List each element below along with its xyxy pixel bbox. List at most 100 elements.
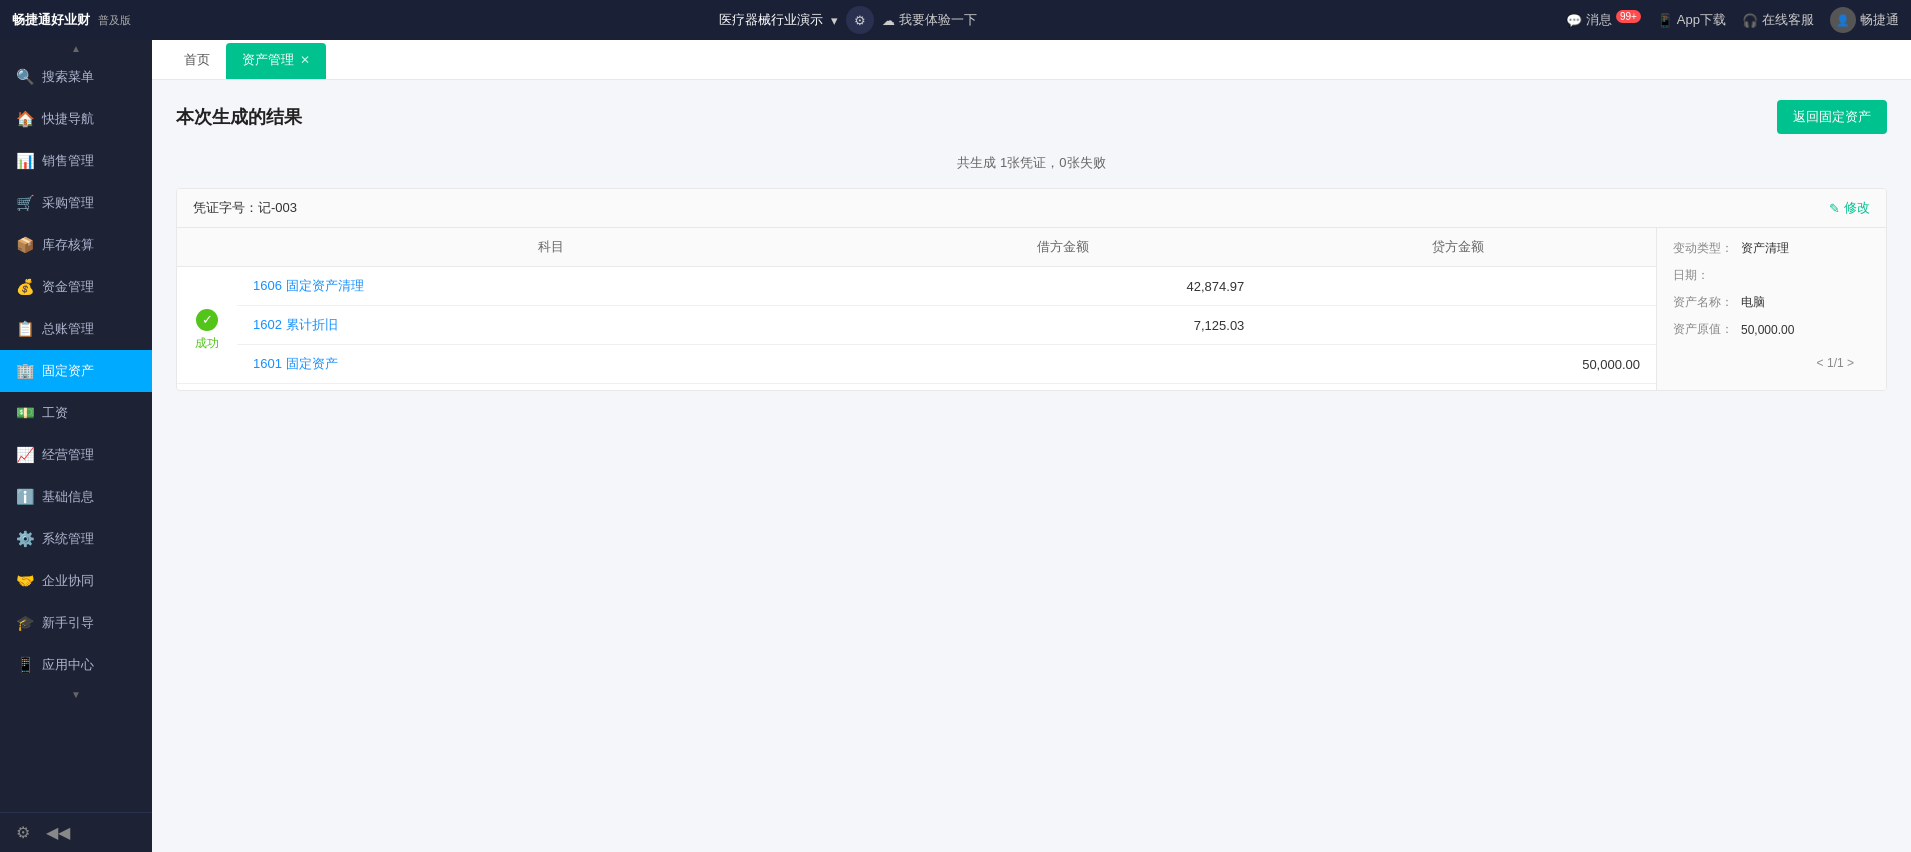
sidebar: ▲ 🔍 搜索菜单 🏠 快捷导航 📊 销售管理 🛒 采购管理 📦 库存核算 💰 资… [0, 40, 152, 852]
version-badge: 普及版 [98, 13, 131, 28]
user-action[interactable]: 👤 畅捷通 [1830, 7, 1899, 33]
status-label: 成功 [195, 335, 219, 352]
mobile-icon: 📱 [1657, 13, 1673, 28]
page-title: 本次生成的结果 [176, 105, 302, 129]
company-dropdown-arrow[interactable]: ▾ [831, 13, 838, 28]
ledger-icon: 📋 [16, 320, 34, 338]
sidebar-item-ledger[interactable]: 📋 总账管理 [0, 308, 152, 350]
sidebar-item-quick-nav[interactable]: 🏠 快捷导航 [0, 98, 152, 140]
main-layout: ▲ 🔍 搜索菜单 🏠 快捷导航 📊 销售管理 🛒 采购管理 📦 库存核算 💰 资… [0, 40, 1911, 852]
debit-cell-2: 7,125.03 [865, 306, 1261, 345]
payroll-icon: 💵 [16, 404, 34, 422]
avatar: 👤 [1830, 7, 1856, 33]
credit-cell-2 [1260, 306, 1656, 345]
content-area: 首页 资产管理 ✕ 本次生成的结果 返回固定资产 共生成 1张凭证，0张失败 凭… [152, 40, 1911, 852]
voucher-table-area: 科目 借方金额 贷方金额 ✓ 成 [177, 228, 1656, 390]
edit-icon: ✎ [1829, 201, 1840, 216]
sidebar-label-sales: 销售管理 [42, 152, 94, 170]
search-icon: 🔍 [16, 68, 34, 86]
service-icon: 🎧 [1742, 13, 1758, 28]
prev-page-icon[interactable]: < [1817, 356, 1824, 370]
user-name: 畅捷通 [1860, 11, 1899, 29]
sidebar-scroll-up[interactable]: ▲ [0, 40, 152, 56]
table-row: 1602 累计折旧 7,125.03 [177, 306, 1656, 345]
purchase-icon: 🛒 [16, 194, 34, 212]
home-icon: 🏠 [16, 110, 34, 128]
sidebar-item-fixed-assets[interactable]: 🏢 固定资产 [0, 350, 152, 392]
experience-label: 我要体验一下 [899, 11, 977, 29]
subject-cell-3: 1601 固定资产 [237, 345, 865, 384]
system-icon: ⚙️ [16, 530, 34, 548]
sidebar-scroll-down[interactable]: ▼ [0, 686, 152, 702]
app-center-icon: 📱 [16, 656, 34, 674]
sidebar-label-payroll: 工资 [42, 404, 68, 422]
tabs-bar: 首页 资产管理 ✕ [152, 40, 1911, 80]
sidebar-item-basic-info[interactable]: ℹ️ 基础信息 [0, 476, 152, 518]
sidebar-item-funds[interactable]: 💰 资金管理 [0, 266, 152, 308]
voucher-body: 科目 借方金额 贷方金额 ✓ 成 [177, 228, 1886, 390]
sidebar-label-search: 搜索菜单 [42, 68, 94, 86]
voucher-section: 凭证字号：记-003 ✎ 修改 科目 [176, 188, 1887, 391]
footer-settings-icon[interactable]: ⚙ [16, 823, 30, 842]
debit-cell-1: 42,874.97 [865, 267, 1261, 306]
edit-button[interactable]: ✎ 修改 [1829, 199, 1870, 217]
message-action[interactable]: 💬 消息 99+ [1566, 11, 1641, 29]
th-debit: 借方金额 [865, 228, 1261, 267]
side-pagination: < 1/1 > [1673, 348, 1870, 378]
message-badge: 99+ [1616, 10, 1641, 23]
app-download-label: App下载 [1677, 11, 1726, 29]
change-type-value: 资产清理 [1741, 240, 1789, 257]
operations-icon: 📈 [16, 446, 34, 464]
message-label: 消息 [1586, 11, 1612, 29]
success-circle-icon: ✓ [196, 309, 218, 331]
company-settings-icon[interactable]: ⚙ [846, 6, 874, 34]
customer-service-action[interactable]: 🎧 在线客服 [1742, 11, 1814, 29]
change-type-row: 变动类型： 资产清理 [1673, 240, 1870, 257]
sidebar-label-funds: 资金管理 [42, 278, 94, 296]
cloud-icon: ☁ [882, 13, 895, 28]
result-summary: 共生成 1张凭证，0张失败 [176, 154, 1887, 172]
sidebar-item-enterprise[interactable]: 🤝 企业协同 [0, 560, 152, 602]
sidebar-item-system[interactable]: ⚙️ 系统管理 [0, 518, 152, 560]
asset-original-value: 50,000.00 [1741, 323, 1794, 337]
sidebar-label-enterprise: 企业协同 [42, 572, 94, 590]
subject-cell-1: 1606 固定资产清理 [237, 267, 865, 306]
sidebar-item-payroll[interactable]: 💵 工资 [0, 392, 152, 434]
customer-service-label: 在线客服 [1762, 11, 1814, 29]
th-status [177, 228, 237, 267]
app-download-action[interactable]: 📱 App下载 [1657, 11, 1726, 29]
tab-asset-mgmt[interactable]: 资产管理 ✕ [226, 43, 326, 79]
voucher-side-panel: 变动类型： 资产清理 日期： 资产名称： 电脑 资产原值： [1656, 228, 1886, 390]
sidebar-label-guide: 新手引导 [42, 614, 94, 632]
sidebar-item-guide[interactable]: 🎓 新手引导 [0, 602, 152, 644]
sidebar-item-operations[interactable]: 📈 经营管理 [0, 434, 152, 476]
sidebar-label-ledger: 总账管理 [42, 320, 94, 338]
page-content: 本次生成的结果 返回固定资产 共生成 1张凭证，0张失败 凭证字号：记-003 … [152, 80, 1911, 852]
page-title-row: 本次生成的结果 返回固定资产 [176, 100, 1887, 134]
asset-name-row: 资产名称： 电脑 [1673, 294, 1870, 311]
date-label: 日期： [1673, 267, 1709, 284]
next-page-icon[interactable]: > [1847, 356, 1854, 370]
footer-collapse-icon[interactable]: ◀◀ [46, 823, 70, 842]
debit-cell-3 [865, 345, 1261, 384]
table-row: ✓ 成功 1606 固定资产清理 42,874.97 [177, 267, 1656, 306]
tab-asset-mgmt-label: 资产管理 [242, 51, 294, 69]
sidebar-item-app-center[interactable]: 📱 应用中心 [0, 644, 152, 686]
sidebar-item-search[interactable]: 🔍 搜索菜单 [0, 56, 152, 98]
header-left: 畅捷通好业财 普及版 [12, 11, 131, 29]
tab-home-label: 首页 [184, 51, 210, 69]
sidebar-item-inventory[interactable]: 📦 库存核算 [0, 224, 152, 266]
sidebar-label-app-center: 应用中心 [42, 656, 94, 674]
experience-button[interactable]: ☁ 我要体验一下 [882, 11, 977, 29]
credit-cell-1 [1260, 267, 1656, 306]
tab-home[interactable]: 首页 [168, 43, 226, 79]
sidebar-item-sales[interactable]: 📊 销售管理 [0, 140, 152, 182]
funds-icon: 💰 [16, 278, 34, 296]
status-cell: ✓ 成功 [177, 267, 237, 384]
sidebar-item-purchase[interactable]: 🛒 采购管理 [0, 182, 152, 224]
voucher-table: 科目 借方金额 贷方金额 ✓ 成 [177, 228, 1656, 384]
sidebar-label-basic-info: 基础信息 [42, 488, 94, 506]
tab-close-icon[interactable]: ✕ [300, 53, 310, 67]
return-button[interactable]: 返回固定资产 [1777, 100, 1887, 134]
sidebar-label-inventory: 库存核算 [42, 236, 94, 254]
